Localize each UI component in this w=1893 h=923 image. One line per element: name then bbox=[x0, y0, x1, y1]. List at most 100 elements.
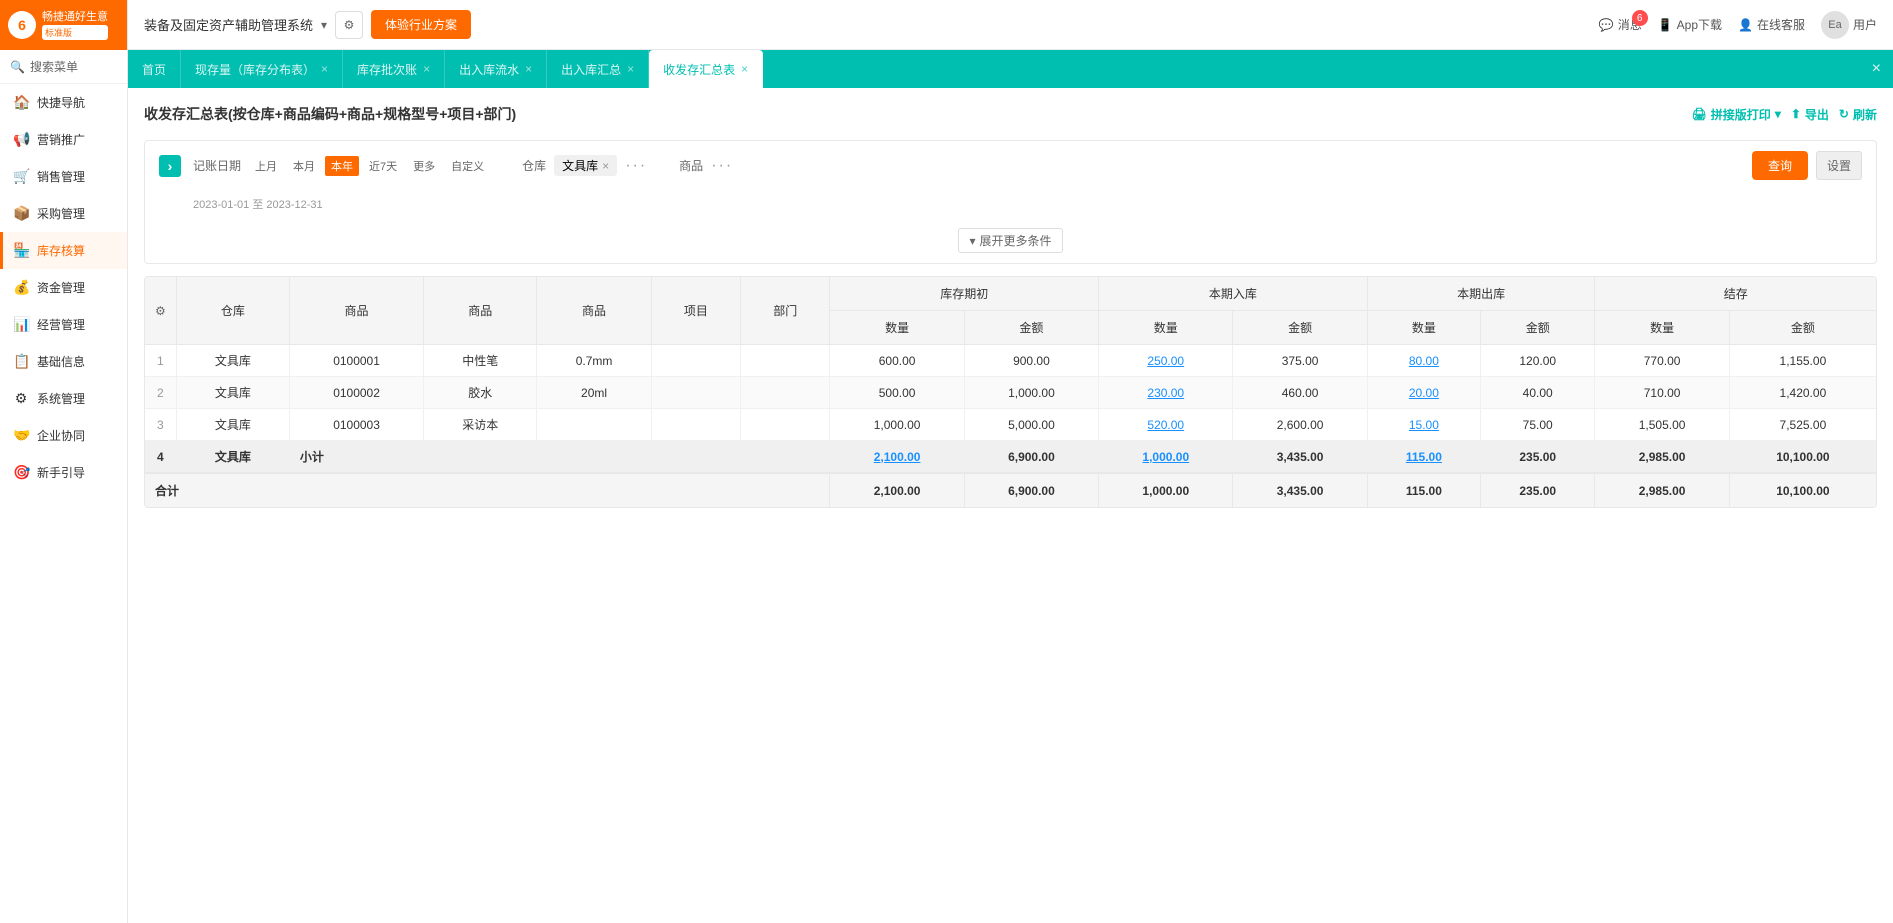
col-open-stock-header: 库存期初 bbox=[830, 277, 1099, 311]
date-btn-prev-month[interactable]: 上月 bbox=[249, 156, 283, 176]
tab-recv-send-close[interactable]: × bbox=[741, 62, 748, 76]
date-btn-more[interactable]: 更多 bbox=[407, 156, 441, 176]
date-filter-label: 记账日期 bbox=[193, 157, 241, 174]
row-in-qty[interactable]: 520.00 bbox=[1099, 409, 1233, 441]
filter-toggle-btn[interactable]: › bbox=[159, 155, 181, 177]
row-in-qty[interactable]: 250.00 bbox=[1099, 345, 1233, 377]
print-btn[interactable]: 🖨 拼接版打印 ▾ bbox=[1692, 106, 1781, 123]
trial-btn[interactable]: 体验行业方案 bbox=[371, 10, 471, 39]
user-btn[interactable]: Ea 用户 bbox=[1821, 11, 1877, 39]
goods-filter-section: 商品 ··· bbox=[679, 157, 733, 175]
app-logo-icon: 6 bbox=[8, 11, 36, 39]
row-name: 中性笔 bbox=[424, 345, 537, 377]
sidebar-logo: 6 畅捷通好生意 标准版 bbox=[0, 0, 127, 50]
tab-batch-close[interactable]: × bbox=[423, 62, 430, 76]
col-open-qty-header: 数量 bbox=[830, 311, 964, 345]
date-btn-7days[interactable]: 近7天 bbox=[363, 156, 403, 176]
sidebar-item-enterprise[interactable]: 🤝 企业协同 bbox=[0, 417, 127, 454]
main-content: 装备及固定资产辅助管理系统 ▾ ⚙ 体验行业方案 💬 消息 6 📱 App下载 … bbox=[128, 0, 1893, 923]
query-btn[interactable]: 查询 bbox=[1752, 151, 1808, 180]
row-project bbox=[651, 377, 740, 409]
row-idx: 2 bbox=[145, 377, 176, 409]
inventory-icon: 🏪 bbox=[13, 242, 29, 259]
row-bal-amt: 1,155.00 bbox=[1729, 345, 1876, 377]
subtotal-in-qty[interactable]: 1,000.00 bbox=[1099, 441, 1233, 474]
row-in-qty[interactable]: 230.00 bbox=[1099, 377, 1233, 409]
sidebar-item-business[interactable]: 📊 经营管理 bbox=[0, 306, 127, 343]
tab-flow[interactable]: 出入库流水 × bbox=[445, 50, 547, 88]
warehouse-tag-close[interactable]: × bbox=[602, 159, 609, 173]
tab-flow-label: 出入库流水 bbox=[459, 61, 519, 78]
data-table: ⚙ 仓库 商品 商品 商品 项目 部门 库存期初 本期入库 本期出库 结存 bbox=[145, 277, 1876, 507]
row-idx: 1 bbox=[145, 345, 176, 377]
filter-settings-btn[interactable]: 设置 bbox=[1816, 151, 1862, 180]
export-btn[interactable]: ⬆ 导出 bbox=[1791, 106, 1829, 123]
tab-flow-close[interactable]: × bbox=[525, 62, 532, 76]
total-label: 合计 bbox=[145, 473, 830, 507]
tabs-bar: 首页 现存量（库存分布表） × 库存批次账 × 出入库流水 × 出入库汇总 × … bbox=[128, 50, 1893, 88]
print-icon: 🖨 bbox=[1692, 107, 1707, 121]
warehouse-label: 仓库 bbox=[522, 157, 546, 174]
sales-icon: 🛒 bbox=[13, 168, 29, 185]
date-btn-custom[interactable]: 自定义 bbox=[445, 156, 490, 176]
tab-batch[interactable]: 库存批次账 × bbox=[343, 50, 445, 88]
sidebar: 6 畅捷通好生意 标准版 🔍 搜索菜单 🏠 快捷导航 📢 营销推广 🛒 销售管理… bbox=[0, 0, 128, 923]
user-label: 用户 bbox=[1853, 16, 1877, 33]
sidebar-item-purchase[interactable]: 📦 采购管理 bbox=[0, 195, 127, 232]
row-in-amt: 460.00 bbox=[1233, 377, 1367, 409]
total-open-qty: 2,100.00 bbox=[830, 473, 964, 507]
row-out-qty[interactable]: 20.00 bbox=[1367, 377, 1480, 409]
avatar: Ea bbox=[1821, 11, 1849, 39]
online-service-btn[interactable]: 👤 在线客服 bbox=[1738, 16, 1805, 33]
sidebar-item-base-info[interactable]: 📋 基础信息 bbox=[0, 343, 127, 380]
page-title: 收发存汇总表(按仓库+商品编码+商品+规格型号+项目+部门) bbox=[144, 104, 516, 124]
message-btn[interactable]: 💬 消息 6 bbox=[1599, 16, 1642, 33]
total-out-qty: 115.00 bbox=[1367, 473, 1480, 507]
sidebar-item-finance[interactable]: 💰 资金管理 bbox=[0, 269, 127, 306]
row-out-qty[interactable]: 15.00 bbox=[1367, 409, 1480, 441]
tab-recv-send[interactable]: 收发存汇总表 × bbox=[649, 50, 763, 88]
row-bal-qty: 710.00 bbox=[1595, 377, 1729, 409]
data-table-wrapper: ⚙ 仓库 商品 商品 商品 项目 部门 库存期初 本期入库 本期出库 结存 bbox=[144, 276, 1877, 508]
sidebar-item-marketing[interactable]: 📢 营销推广 bbox=[0, 121, 127, 158]
app-download-btn[interactable]: 📱 App下载 bbox=[1658, 16, 1722, 33]
system-title-dropdown[interactable]: ▾ bbox=[321, 18, 327, 32]
search-label: 搜索菜单 bbox=[30, 58, 78, 75]
tab-inventory-dist-close[interactable]: × bbox=[321, 62, 328, 76]
tabs-close-all-btn[interactable]: × bbox=[1860, 60, 1893, 78]
row-out-qty[interactable]: 80.00 bbox=[1367, 345, 1480, 377]
settings-icon-btn[interactable]: ⚙ bbox=[335, 11, 363, 39]
row-warehouse: 文具库 bbox=[176, 409, 289, 441]
row-name: 采访本 bbox=[424, 409, 537, 441]
tab-summary-close[interactable]: × bbox=[627, 62, 634, 76]
tab-home[interactable]: 首页 bbox=[128, 50, 181, 88]
col-settings[interactable]: ⚙ bbox=[145, 277, 176, 345]
sidebar-item-inventory[interactable]: 🏪 库存核算 bbox=[0, 232, 127, 269]
goods-more-dots[interactable]: ··· bbox=[711, 157, 733, 175]
tab-summary-label: 出入库汇总 bbox=[561, 61, 621, 78]
sidebar-item-system[interactable]: ⚙ 系统管理 bbox=[0, 380, 127, 417]
col-project-header: 项目 bbox=[651, 277, 740, 345]
expand-more-btn[interactable]: ▾ 展开更多条件 bbox=[958, 228, 1062, 253]
sidebar-item-sales[interactable]: 🛒 销售管理 bbox=[0, 158, 127, 195]
row-spec: 20ml bbox=[537, 377, 651, 409]
search-menu[interactable]: 🔍 搜索菜单 bbox=[0, 50, 127, 84]
tab-inventory-dist[interactable]: 现存量（库存分布表） × bbox=[181, 50, 343, 88]
warehouse-more-dots[interactable]: ··· bbox=[625, 157, 647, 175]
refresh-btn[interactable]: ↻ 刷新 bbox=[1839, 106, 1877, 123]
row-open-qty: 1,000.00 bbox=[830, 409, 964, 441]
row-code: 0100002 bbox=[289, 377, 423, 409]
subtotal-open-qty[interactable]: 2,100.00 bbox=[830, 441, 964, 474]
chevron-down-icon: ▾ bbox=[969, 234, 975, 248]
row-open-amt: 900.00 bbox=[964, 345, 1098, 377]
app-name: 畅捷通好生意 bbox=[42, 10, 108, 24]
subtotal-out-qty[interactable]: 115.00 bbox=[1367, 441, 1480, 474]
date-btn-this-month[interactable]: 本月 bbox=[287, 156, 321, 176]
date-btn-this-year[interactable]: 本年 bbox=[325, 156, 359, 176]
download-icon: 📱 bbox=[1658, 18, 1673, 32]
sidebar-item-quick-nav[interactable]: 🏠 快捷导航 bbox=[0, 84, 127, 121]
sidebar-item-guide[interactable]: 🎯 新手引导 bbox=[0, 454, 127, 491]
page-inner: 收发存汇总表(按仓库+商品编码+商品+规格型号+项目+部门) 🖨 拼接版打印 ▾… bbox=[128, 88, 1893, 923]
tab-summary[interactable]: 出入库汇总 × bbox=[547, 50, 649, 88]
row-open-qty: 600.00 bbox=[830, 345, 964, 377]
